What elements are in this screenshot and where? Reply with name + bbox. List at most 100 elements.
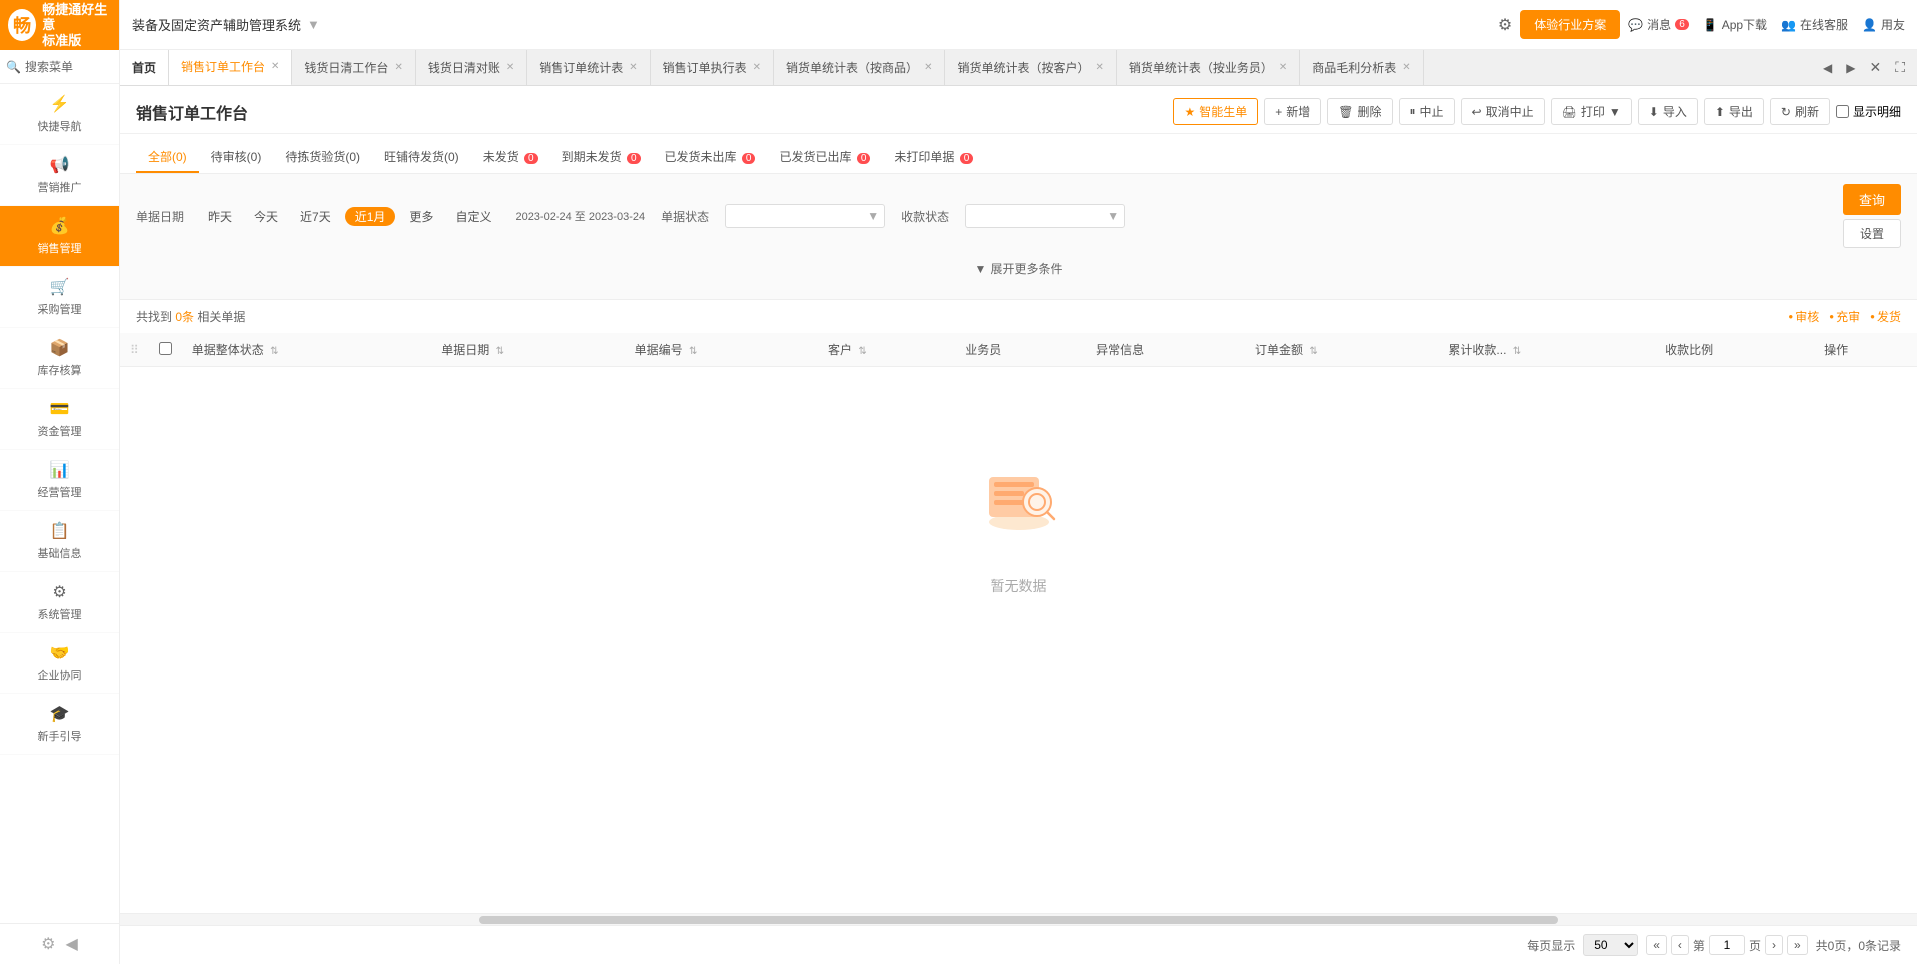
sidebar-item-inventory[interactable]: 📦 库存核算 [0, 328, 119, 389]
page-number-input[interactable] [1709, 935, 1745, 955]
date-opt-yesterday[interactable]: 昨天 [200, 206, 240, 227]
tab-cash-daily[interactable]: 钱货日清工作台 ✕ [292, 50, 415, 86]
query-btn[interactable]: 查询 [1843, 184, 1901, 215]
tab-close-icon[interactable]: ✕ [1279, 62, 1287, 73]
tab-home[interactable]: 首页 [120, 50, 169, 86]
tab-close-icon[interactable]: ✕ [506, 62, 514, 73]
search-menu[interactable]: 🔍 搜索菜单 [0, 50, 119, 84]
sidebar-item-purchase[interactable]: 🛒 采购管理 [0, 267, 119, 328]
tab-close-icon[interactable]: ✕ [394, 62, 402, 73]
sidebar-item-label: 基础信息 [38, 545, 82, 561]
pagination-nav: « ‹ 第 页 › » [1646, 935, 1807, 955]
tab-product-margin[interactable]: 商品毛利分析表 ✕ [1300, 50, 1423, 86]
gear-icon[interactable]: ⚙ [1498, 15, 1512, 35]
tab-close-icon[interactable]: ✕ [629, 62, 637, 73]
sort-icon-date[interactable]: ⇅ [496, 346, 504, 357]
sidebar-item-finance[interactable]: 💳 资金管理 [0, 389, 119, 450]
payment-select[interactable] [965, 204, 1125, 228]
sub-tab-pending-inspect[interactable]: 待拣货验货(0) [273, 142, 372, 173]
select-all-checkbox[interactable] [159, 342, 172, 355]
logo-title: 畅捷通好生意 [42, 2, 111, 33]
first-page-btn[interactable]: « [1646, 935, 1667, 955]
page-size-select[interactable]: 50 10 20 100 [1583, 934, 1638, 956]
export-btn[interactable]: ⬆ 导出 [1704, 98, 1764, 125]
date-opt-custom[interactable]: 自定义 [447, 206, 499, 227]
sub-tab-not-shipped[interactable]: 未发货 0 [471, 142, 550, 173]
sidebar-item-sales[interactable]: 💰 销售管理 [0, 206, 119, 267]
date-opt-1month[interactable]: 近1月 [345, 207, 396, 226]
unaudit-action[interactable]: 充审 [1829, 308, 1860, 325]
tab-close-all-icon[interactable]: ✕ [1865, 57, 1885, 78]
show-detail-checkbox[interactable]: 显示明细 [1836, 103, 1901, 120]
tab-prev-icon[interactable]: ◀ [1819, 59, 1836, 77]
tab-close-icon[interactable]: ✕ [1402, 62, 1410, 73]
tab-close-icon[interactable]: ✕ [271, 61, 279, 72]
app-download-action[interactable]: 📱 App下载 [1703, 16, 1767, 33]
next-page-btn[interactable]: › [1765, 935, 1783, 955]
collapse-icon[interactable]: ◀ [66, 934, 78, 954]
date-opt-today[interactable]: 今天 [246, 206, 286, 227]
pause-btn[interactable]: ⏸ 中止 [1399, 98, 1455, 125]
sub-tab-pending-review[interactable]: 待审核(0) [199, 142, 274, 173]
tab-close-icon[interactable]: ✕ [1095, 62, 1103, 73]
tab-sales-exec[interactable]: 销售订单执行表 ✕ [651, 50, 774, 86]
sidebar-item-newbie[interactable]: 🎓 新手引导 [0, 694, 119, 755]
sort-icon-amount[interactable]: ⇅ [1309, 346, 1317, 357]
sub-tab-overdue[interactable]: 到期未发货 0 [550, 142, 653, 173]
tab-sales-summary-staff[interactable]: 销货单统计表（按业务员） ✕ [1117, 50, 1300, 86]
th-operation: 操作 [1814, 333, 1917, 367]
refresh-btn[interactable]: ↻ 刷新 [1770, 98, 1830, 125]
sidebar-item-operations[interactable]: 📊 经营管理 [0, 450, 119, 511]
sort-icon-collected[interactable]: ⇅ [1513, 346, 1521, 357]
message-action[interactable]: 💬 消息 6 [1628, 16, 1689, 33]
sidebar-item-base-info[interactable]: 📋 基础信息 [0, 511, 119, 572]
add-btn[interactable]: + 新增 [1264, 98, 1321, 125]
sidebar-item-quick-nav[interactable]: ⚡ 快捷导航 [0, 84, 119, 145]
last-page-btn[interactable]: » [1787, 935, 1808, 955]
tab-sales-stats[interactable]: 销售订单统计表 ✕ [527, 50, 650, 86]
sub-tab-all[interactable]: 全部(0) [136, 142, 199, 173]
scroll-track[interactable] [120, 913, 1917, 925]
import-btn[interactable]: ⬇ 导入 [1638, 98, 1698, 125]
prev-page-btn[interactable]: ‹ [1671, 935, 1689, 955]
delete-btn[interactable]: 🗑 删除 [1327, 98, 1392, 125]
tab-close-icon[interactable]: ✕ [924, 62, 932, 73]
tab-sales-summary-customer[interactable]: 销货单统计表（按客户） ✕ [945, 50, 1116, 86]
sub-tab-shipped-out[interactable]: 已发货已出库 0 [767, 142, 882, 173]
sub-tab-shipped-not-out[interactable]: 已发货未出库 0 [653, 142, 768, 173]
expand-filter-btn[interactable]: ▼ 展开更多条件 [967, 256, 1071, 281]
tab-expand-icon[interactable]: ⛶ [1891, 57, 1909, 78]
sub-tab-wangpu[interactable]: 旺铺待发货(0) [372, 142, 471, 173]
ship-action[interactable]: 发货 [1870, 308, 1901, 325]
sort-icon-customer[interactable]: ⇅ [858, 346, 866, 357]
tab-sales-summary-product[interactable]: 销货单统计表（按商品） ✕ [774, 50, 945, 86]
tab-close-icon[interactable]: ✕ [753, 62, 761, 73]
tab-cash-check[interactable]: 钱货日清对账 ✕ [416, 50, 527, 86]
setting-btn[interactable]: 设置 [1843, 219, 1901, 248]
tab-sales-workbench[interactable]: 销售订单工作台 ✕ [169, 50, 292, 86]
sidebar-item-marketing[interactable]: 📢 营销推广 [0, 145, 119, 206]
sort-icon-number[interactable]: ⇅ [689, 346, 697, 357]
sidebar-item-enterprise[interactable]: 🤝 企业协同 [0, 633, 119, 694]
tab-label: 钱货日清对账 [428, 59, 500, 76]
topbar-dropdown-icon[interactable]: ▼ [307, 17, 320, 32]
sub-tab-not-printed[interactable]: 未打印单据 0 [882, 142, 985, 173]
review-action[interactable]: 审核 [1788, 308, 1819, 325]
tab-next-icon[interactable]: ▶ [1842, 59, 1859, 77]
cancel-pause-btn[interactable]: ↩ 取消中止 [1461, 98, 1545, 125]
add-label: 新增 [1286, 103, 1310, 120]
print-icon: 🖨 [1562, 105, 1577, 119]
smart-create-btn[interactable]: ★ 智能生单 [1173, 98, 1258, 125]
show-detail-input[interactable] [1836, 105, 1849, 118]
sidebar-item-sys-mgmt[interactable]: ⚙ 系统管理 [0, 572, 119, 633]
user-action[interactable]: 👤 用友 [1862, 16, 1905, 33]
online-service-action[interactable]: 👥 在线客服 [1781, 16, 1848, 33]
solution-btn[interactable]: 体验行业方案 [1520, 10, 1620, 39]
print-btn[interactable]: 🖨 打印 ▼ [1551, 98, 1632, 125]
settings-icon[interactable]: ⚙ [41, 934, 55, 954]
status-select[interactable] [725, 204, 885, 228]
scroll-thumb[interactable] [479, 916, 1557, 924]
sort-icon-status[interactable]: ⇅ [270, 346, 278, 357]
date-opt-7days[interactable]: 近7天 [292, 206, 339, 227]
date-opt-more[interactable]: 更多 [401, 206, 441, 227]
